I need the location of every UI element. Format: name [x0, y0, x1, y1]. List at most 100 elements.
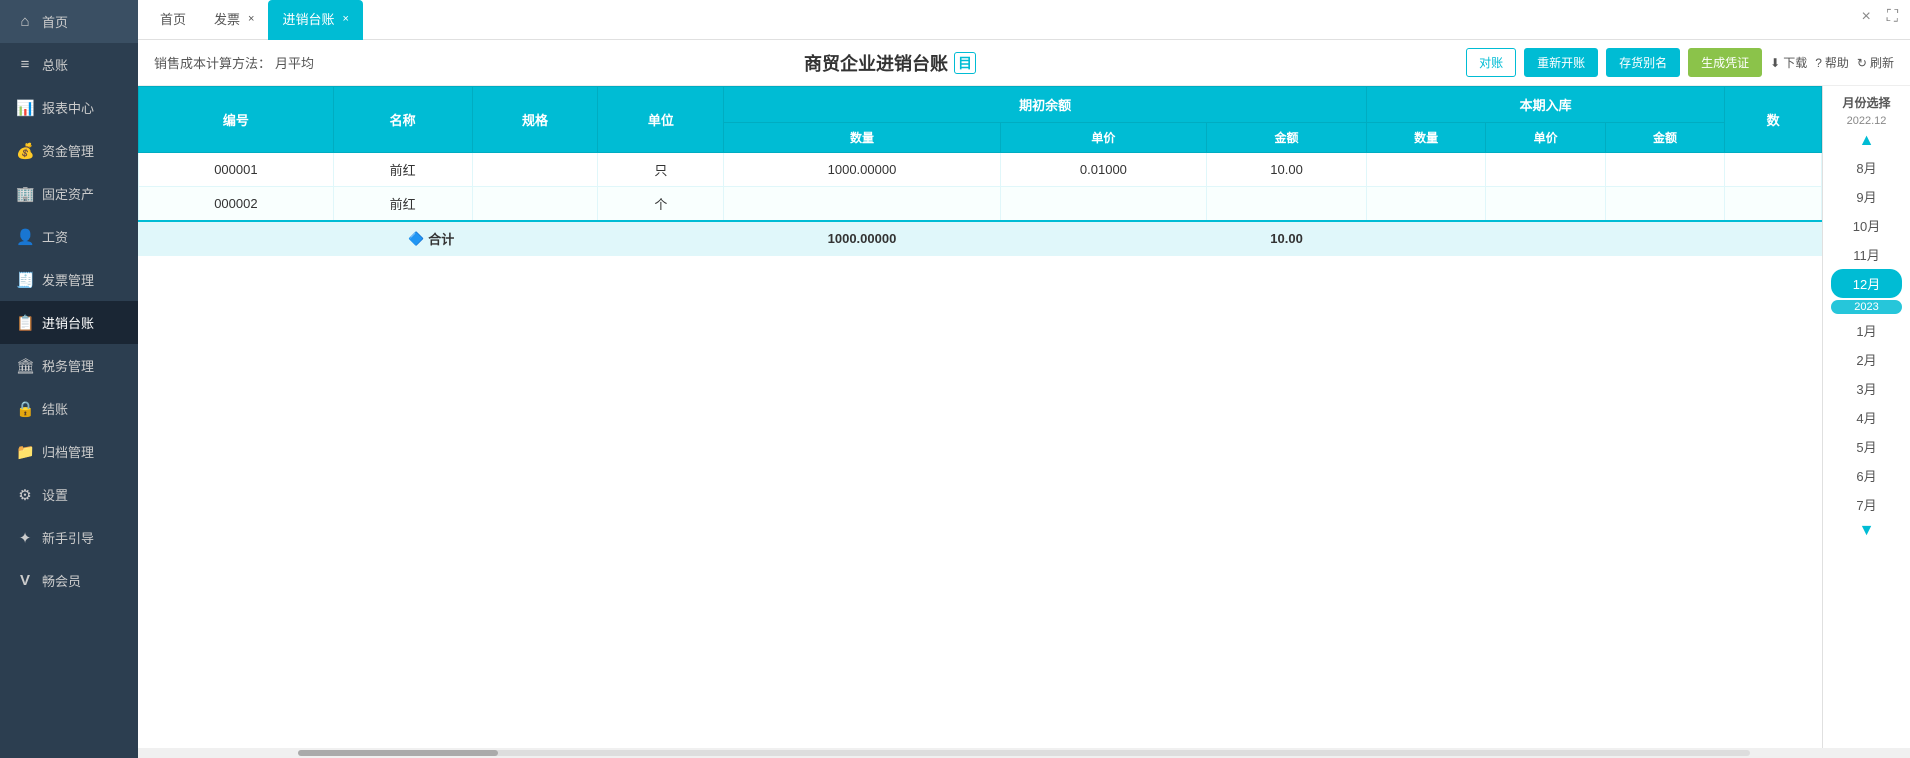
sidebar-item-assets[interactable]: 🏢 固定资产 — [0, 172, 138, 215]
vip-icon: V — [16, 572, 34, 589]
tab-purchase-sales-label: 进销台账 — [282, 9, 334, 28]
sidebar-item-home[interactable]: ⌂ 首页 — [0, 0, 138, 43]
month-item-5[interactable]: 5月 — [1823, 432, 1910, 461]
home-icon: ⌂ — [16, 13, 34, 30]
save-alias-button[interactable]: 存货别名 — [1606, 48, 1680, 77]
sidebar-item-funds[interactable]: 💰 资金管理 — [0, 129, 138, 172]
month-item-2[interactable]: 2月 — [1823, 345, 1910, 374]
title-info-icon[interactable]: 目 — [954, 52, 976, 74]
month-item-12[interactable]: 12月 — [1831, 269, 1902, 298]
sidebar-item-archive[interactable]: 📁 归档管理 — [0, 430, 138, 473]
month-item-11[interactable]: 11月 — [1823, 240, 1910, 269]
reopen-button[interactable]: 重新开账 — [1524, 48, 1598, 77]
page-title: 商贸企业进销台账 — [804, 50, 948, 76]
tab-invoice[interactable]: 发票 × — [200, 0, 268, 40]
reconcile-button[interactable]: 对账 — [1466, 48, 1516, 77]
tab-purchase-sales[interactable]: 进销台账 × — [268, 0, 362, 40]
sidebar-item-vip[interactable]: V 畅会员 — [0, 559, 138, 602]
col-sub-price-open: 单价 — [1000, 123, 1206, 153]
tab-home[interactable]: 首页 — [146, 0, 200, 40]
sidebar-item-guide[interactable]: ✦ 新手引导 — [0, 516, 138, 559]
cell-qty-in — [1366, 187, 1485, 222]
sidebar-item-tax[interactable]: 🏛 税务管理 — [0, 344, 138, 387]
refresh-icon: ↻ — [1857, 56, 1867, 70]
tab-invoice-close[interactable]: × — [248, 13, 254, 25]
col-header-unit: 单位 — [598, 87, 724, 153]
total-price-open — [1000, 221, 1206, 256]
window-close-button[interactable]: × — [1857, 6, 1874, 28]
month-item-6[interactable]: 6月 — [1823, 461, 1910, 490]
bottom-scrollbar[interactable] — [138, 748, 1910, 758]
cell-name: 前红 — [333, 187, 472, 222]
month-scroll-down[interactable]: ▼ — [1823, 519, 1910, 543]
table-area: 编号 名称 规格 单位 期初余额 本期入库 数 数量 单价 金额 数量 单价 — [138, 86, 1822, 748]
col-sub-amount-in: 金额 — [1605, 123, 1724, 153]
total-row: 🔷 合计 1000.00000 10.00 — [139, 221, 1822, 256]
page-title-area: 商贸企业进销台账 目 — [322, 50, 1458, 76]
table-row: 000001 前红 只 1000.00000 0.01000 10.00 — [139, 153, 1822, 187]
sidebar-item-label: 固定资产 — [42, 184, 94, 203]
window-maximize-button[interactable]: ⛶ — [1883, 6, 1902, 28]
sidebar-item-invoice-mgr[interactable]: 🧾 发票管理 — [0, 258, 138, 301]
cell-qty-open — [724, 187, 1000, 222]
help-icon: ? — [1815, 56, 1822, 70]
col-header-inbound: 本期入库 — [1366, 87, 1724, 123]
sidebar-item-salary[interactable]: 👤 工资 — [0, 215, 138, 258]
month-item-4[interactable]: 4月 — [1823, 403, 1910, 432]
generate-voucher-button[interactable]: 生成凭证 — [1688, 48, 1762, 77]
cell-amount-open: 10.00 — [1207, 153, 1367, 187]
month-item-7[interactable]: 7月 — [1823, 490, 1910, 519]
refresh-button[interactable]: ↻ 刷新 — [1857, 54, 1894, 71]
scroll-track — [298, 750, 1750, 756]
tab-purchase-sales-close[interactable]: × — [342, 13, 348, 25]
cell-price-open — [1000, 187, 1206, 222]
cell-price-open: 0.01000 — [1000, 153, 1206, 187]
assets-icon: 🏢 — [16, 185, 34, 203]
total-extra — [1725, 221, 1822, 256]
content-area: 编号 名称 规格 单位 期初余额 本期入库 数 数量 单价 金额 数量 单价 — [138, 86, 1910, 748]
invoice-mgr-icon: 🧾 — [16, 271, 34, 289]
sidebar-item-label: 设置 — [42, 485, 68, 504]
help-button[interactable]: ? 帮助 — [1815, 54, 1849, 71]
month-scroll-up[interactable]: ▲ — [1823, 129, 1910, 153]
download-button[interactable]: ⬇ 下载 — [1770, 54, 1807, 71]
sidebar-item-reports[interactable]: 📊 报表中心 — [0, 86, 138, 129]
tab-home-label: 首页 — [160, 9, 186, 28]
sidebar-item-label: 归档管理 — [42, 442, 94, 461]
sidebar-item-label: 发票管理 — [42, 270, 94, 289]
sidebar-item-purchase-sales[interactable]: 📋 进销台账 — [0, 301, 138, 344]
col-header-extra: 数 — [1725, 87, 1822, 153]
sidebar-item-label: 畅会员 — [42, 571, 81, 590]
month-item-8[interactable]: 8月 — [1823, 153, 1910, 182]
scroll-thumb — [298, 750, 498, 756]
tax-icon: 🏛 — [16, 357, 34, 375]
close-accounts-icon: 🔒 — [16, 400, 34, 418]
sidebar-item-settings[interactable]: ⚙ 设置 — [0, 473, 138, 516]
total-label-cell: 🔷 合计 — [139, 221, 724, 256]
month-item-10[interactable]: 10月 — [1823, 211, 1910, 240]
month-item-3[interactable]: 3月 — [1823, 374, 1910, 403]
month-item-1[interactable]: 1月 — [1823, 316, 1910, 345]
col-header-name: 名称 — [333, 87, 472, 153]
cell-qty-open: 1000.00000 — [724, 153, 1000, 187]
total-amount-in — [1605, 221, 1724, 256]
window-controls: × ⛶ — [1857, 6, 1902, 28]
col-header-id: 编号 — [139, 87, 334, 153]
reports-icon: 📊 — [16, 99, 34, 117]
cell-unit: 个 — [598, 187, 724, 222]
cell-qty-in — [1366, 153, 1485, 187]
sidebar-item-close-accounts[interactable]: 🔒 结账 — [0, 387, 138, 430]
sidebar-item-ledger[interactable]: ≡ 总账 — [0, 43, 138, 86]
month-item-9[interactable]: 9月 — [1823, 182, 1910, 211]
table-row: 000002 前红 个 — [139, 187, 1822, 222]
cell-spec — [472, 153, 598, 187]
toolbar-right: 对账 重新开账 存货别名 生成凭证 ⬇ 下载 ? 帮助 ↻ 刷新 — [1466, 48, 1894, 77]
col-header-opening: 期初余额 — [724, 87, 1367, 123]
toolbar-row: 销售成本计算方法： 月平均 商贸企业进销台账 目 对账 重新开账 存货别名 生成… — [138, 40, 1910, 86]
cell-price-in — [1486, 153, 1605, 187]
salary-icon: 👤 — [16, 228, 34, 246]
tab-invoice-label: 发票 — [214, 9, 240, 28]
cell-unit: 只 — [598, 153, 724, 187]
total-qty-in — [1366, 221, 1485, 256]
sidebar-item-label: 报表中心 — [42, 98, 94, 117]
